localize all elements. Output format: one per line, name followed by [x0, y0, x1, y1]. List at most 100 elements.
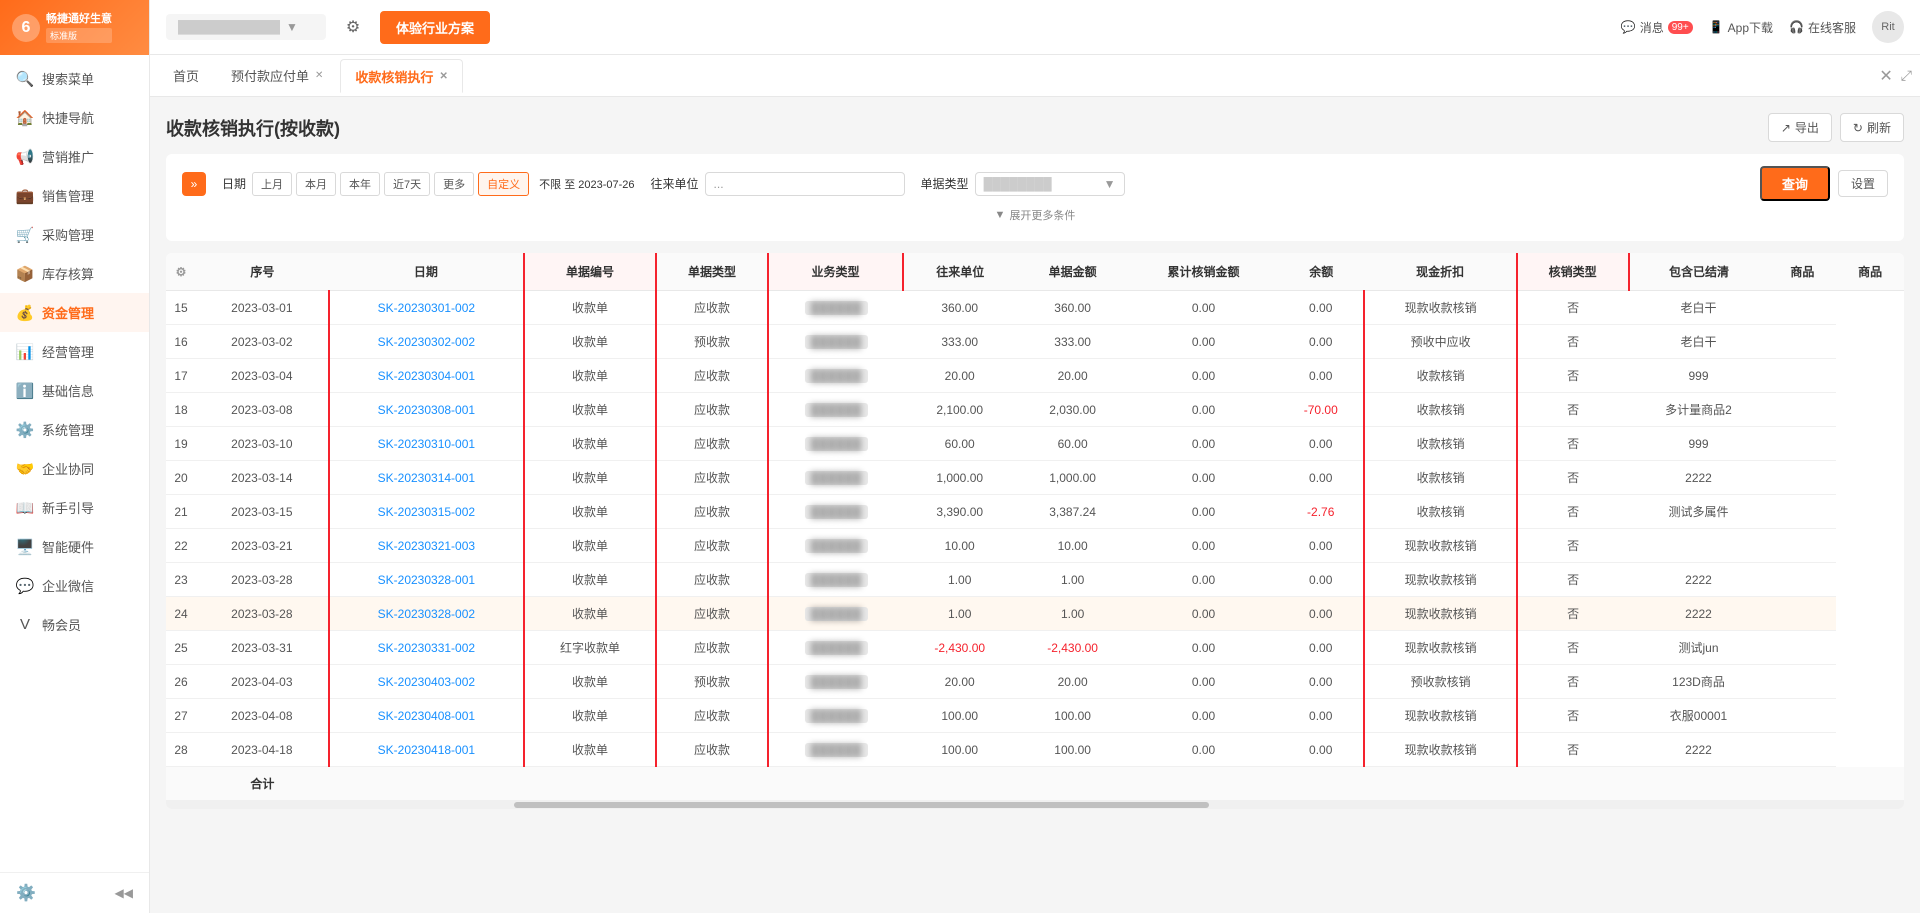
sidebar-item-hardware[interactable]: 🖥️ 智能硬件	[0, 527, 149, 566]
expand-more-button[interactable]: ▼ 展开更多条件	[182, 201, 1888, 229]
tab-close-receipt-verify[interactable]: ✕	[439, 71, 447, 82]
bill-type-label: 单据类型	[921, 175, 969, 192]
sidebar-item-sales[interactable]: 💼 销售管理	[0, 176, 149, 215]
order-link[interactable]: SK-20230310-001	[378, 437, 475, 451]
date-option-本年[interactable]: 本年	[340, 172, 380, 196]
footer-cell-balance	[1278, 767, 1364, 801]
cell-order_no[interactable]: SK-20230308-001	[329, 393, 524, 427]
cell-order_no[interactable]: SK-20230314-001	[329, 461, 524, 495]
sidebar-item-system[interactable]: ⚙️ 系统管理	[0, 410, 149, 449]
solution-button[interactable]: 体验行业方案	[380, 11, 490, 44]
date-filter: 日期 上月本月本年近7天更多自定义 不限 至 2023-07-26	[222, 172, 635, 196]
expand-icon[interactable]: ⤢	[1901, 67, 1912, 84]
cell-order_no[interactable]: SK-20230328-002	[329, 597, 524, 631]
cell-biz_type: 应收款	[656, 359, 768, 393]
online-service-button[interactable]: 🎧 在线客服	[1789, 19, 1856, 36]
sidebar-item-purchase[interactable]: 🛒 采购管理	[0, 215, 149, 254]
sidebar-label-capital: 资金管理	[42, 303, 94, 322]
cell-order_no[interactable]: SK-20230418-001	[329, 733, 524, 767]
order-link[interactable]: SK-20230304-001	[378, 369, 475, 383]
refresh-button[interactable]: ↻ 刷新	[1840, 113, 1904, 142]
cell-order_no[interactable]: SK-20230328-001	[329, 563, 524, 597]
close-icon[interactable]: ✕	[1879, 66, 1892, 86]
order-link[interactable]: SK-20230315-002	[378, 505, 475, 519]
sidebar-item-inventory[interactable]: 📦 库存核算	[0, 254, 149, 293]
tab-home[interactable]: 首页	[158, 59, 214, 93]
cell-goods: 测试多属件	[1629, 495, 1769, 529]
tab-prepay[interactable]: 预付款应付单✕	[216, 59, 338, 93]
cell-verified_amount: 360.00	[1016, 291, 1129, 325]
cell-partner: ██████	[768, 597, 903, 631]
cell-order_no[interactable]: SK-20230302-002	[329, 325, 524, 359]
sidebar-item-base[interactable]: ℹ️ 基础信息	[0, 371, 149, 410]
purchase-icon: 🛒	[16, 226, 34, 244]
bill-type-select[interactable]: ████████ ▼	[975, 172, 1125, 196]
cell-order_no[interactable]: SK-20230301-002	[329, 291, 524, 325]
cell-balance: 0.00	[1129, 665, 1278, 699]
sidebar-item-wechat[interactable]: 💬 企业微信	[0, 566, 149, 605]
sidebar-item-guide[interactable]: 📖 新手引导	[0, 488, 149, 527]
col-header-date: 日期	[329, 253, 524, 291]
sidebar-item-marketing[interactable]: 📢 营销推广	[0, 137, 149, 176]
date-custom-button[interactable]: 自定义	[478, 172, 529, 196]
cell-balance: 0.00	[1129, 529, 1278, 563]
sidebar-item-corp[interactable]: 🤝 企业协同	[0, 449, 149, 488]
cell-discount: 0.00	[1278, 733, 1364, 767]
gear-button[interactable]: ⚙	[338, 12, 368, 42]
cell-order_no[interactable]: SK-20230331-002	[329, 631, 524, 665]
cell-order_no[interactable]: SK-20230304-001	[329, 359, 524, 393]
date-option-上月[interactable]: 上月	[252, 172, 292, 196]
sidebar-item-capital[interactable]: 💰 资金管理	[0, 293, 149, 332]
settings-icon[interactable]: ⚙️	[16, 883, 36, 903]
scrollbar-thumb[interactable]	[514, 802, 1209, 808]
order-link[interactable]: SK-20230403-002	[378, 675, 475, 689]
order-link[interactable]: SK-20230331-002	[378, 641, 475, 655]
order-link[interactable]: SK-20230314-001	[378, 471, 475, 485]
cell-order_no[interactable]: SK-20230310-001	[329, 427, 524, 461]
table-row: 212023-03-15SK-20230315-002收款单应收款██████3…	[166, 495, 1904, 529]
partner-label: 往来单位	[651, 175, 699, 192]
cell-order_no[interactable]: SK-20230408-001	[329, 699, 524, 733]
cell-include_settled: 否	[1517, 325, 1629, 359]
cell-goods2	[1768, 597, 1836, 631]
date-option-近7天[interactable]: 近7天	[384, 172, 430, 196]
sidebar-item-search[interactable]: 🔍 搜索菜单	[0, 59, 149, 98]
hardware-icon: 🖥️	[16, 538, 34, 556]
order-link[interactable]: SK-20230302-002	[378, 335, 475, 349]
partner-input[interactable]: ...	[705, 172, 905, 196]
sidebar-item-member[interactable]: V 畅会员	[0, 605, 149, 644]
order-link[interactable]: SK-20230301-002	[378, 301, 475, 315]
message-button[interactable]: 💬 消息 99+	[1621, 19, 1693, 36]
settings-col-icon[interactable]: ⚙	[176, 265, 187, 279]
date-option-本月[interactable]: 本月	[296, 172, 336, 196]
collapse-icon[interactable]: ◀◀	[115, 886, 133, 900]
cell-order_no[interactable]: SK-20230403-002	[329, 665, 524, 699]
order-link[interactable]: SK-20230418-001	[378, 743, 475, 757]
user-avatar[interactable]: Rit	[1872, 11, 1904, 43]
date-option-更多[interactable]: 更多	[434, 172, 474, 196]
export-button[interactable]: ↗ 导出	[1768, 113, 1832, 142]
order-link[interactable]: SK-20230408-001	[378, 709, 475, 723]
horizontal-scrollbar[interactable]	[166, 801, 1904, 809]
cell-include_settled: 否	[1517, 597, 1629, 631]
order-link[interactable]: SK-20230308-001	[378, 403, 475, 417]
main-content: ████████████ ▼ ⚙ 体验行业方案 💬 消息 99+ 📱 App下载…	[150, 0, 1920, 913]
cell-order_no[interactable]: SK-20230321-003	[329, 529, 524, 563]
cell-index: 25	[166, 631, 196, 665]
order-link[interactable]: SK-20230328-002	[378, 607, 475, 621]
sidebar-item-ops[interactable]: 📊 经营管理	[0, 332, 149, 371]
footer-cell-verify_type	[1517, 767, 1629, 801]
tab-close-prepay[interactable]: ✕	[315, 70, 323, 81]
cell-order_no[interactable]: SK-20230315-002	[329, 495, 524, 529]
filter-expand-button[interactable]: »	[182, 172, 206, 196]
query-button[interactable]: 查询	[1760, 166, 1830, 201]
table-settings-col[interactable]: ⚙	[166, 253, 196, 291]
tab-receipt-verify[interactable]: 收款核销执行✕	[340, 59, 462, 93]
order-link[interactable]: SK-20230328-001	[378, 573, 475, 587]
sidebar-item-quick[interactable]: 🏠 快捷导航	[0, 98, 149, 137]
app-download-button[interactable]: 📱 App下载	[1709, 19, 1773, 36]
cell-partner: ██████	[768, 325, 903, 359]
settings-button[interactable]: 设置	[1838, 170, 1888, 197]
app-selector[interactable]: ████████████ ▼	[166, 14, 326, 40]
order-link[interactable]: SK-20230321-003	[378, 539, 475, 553]
